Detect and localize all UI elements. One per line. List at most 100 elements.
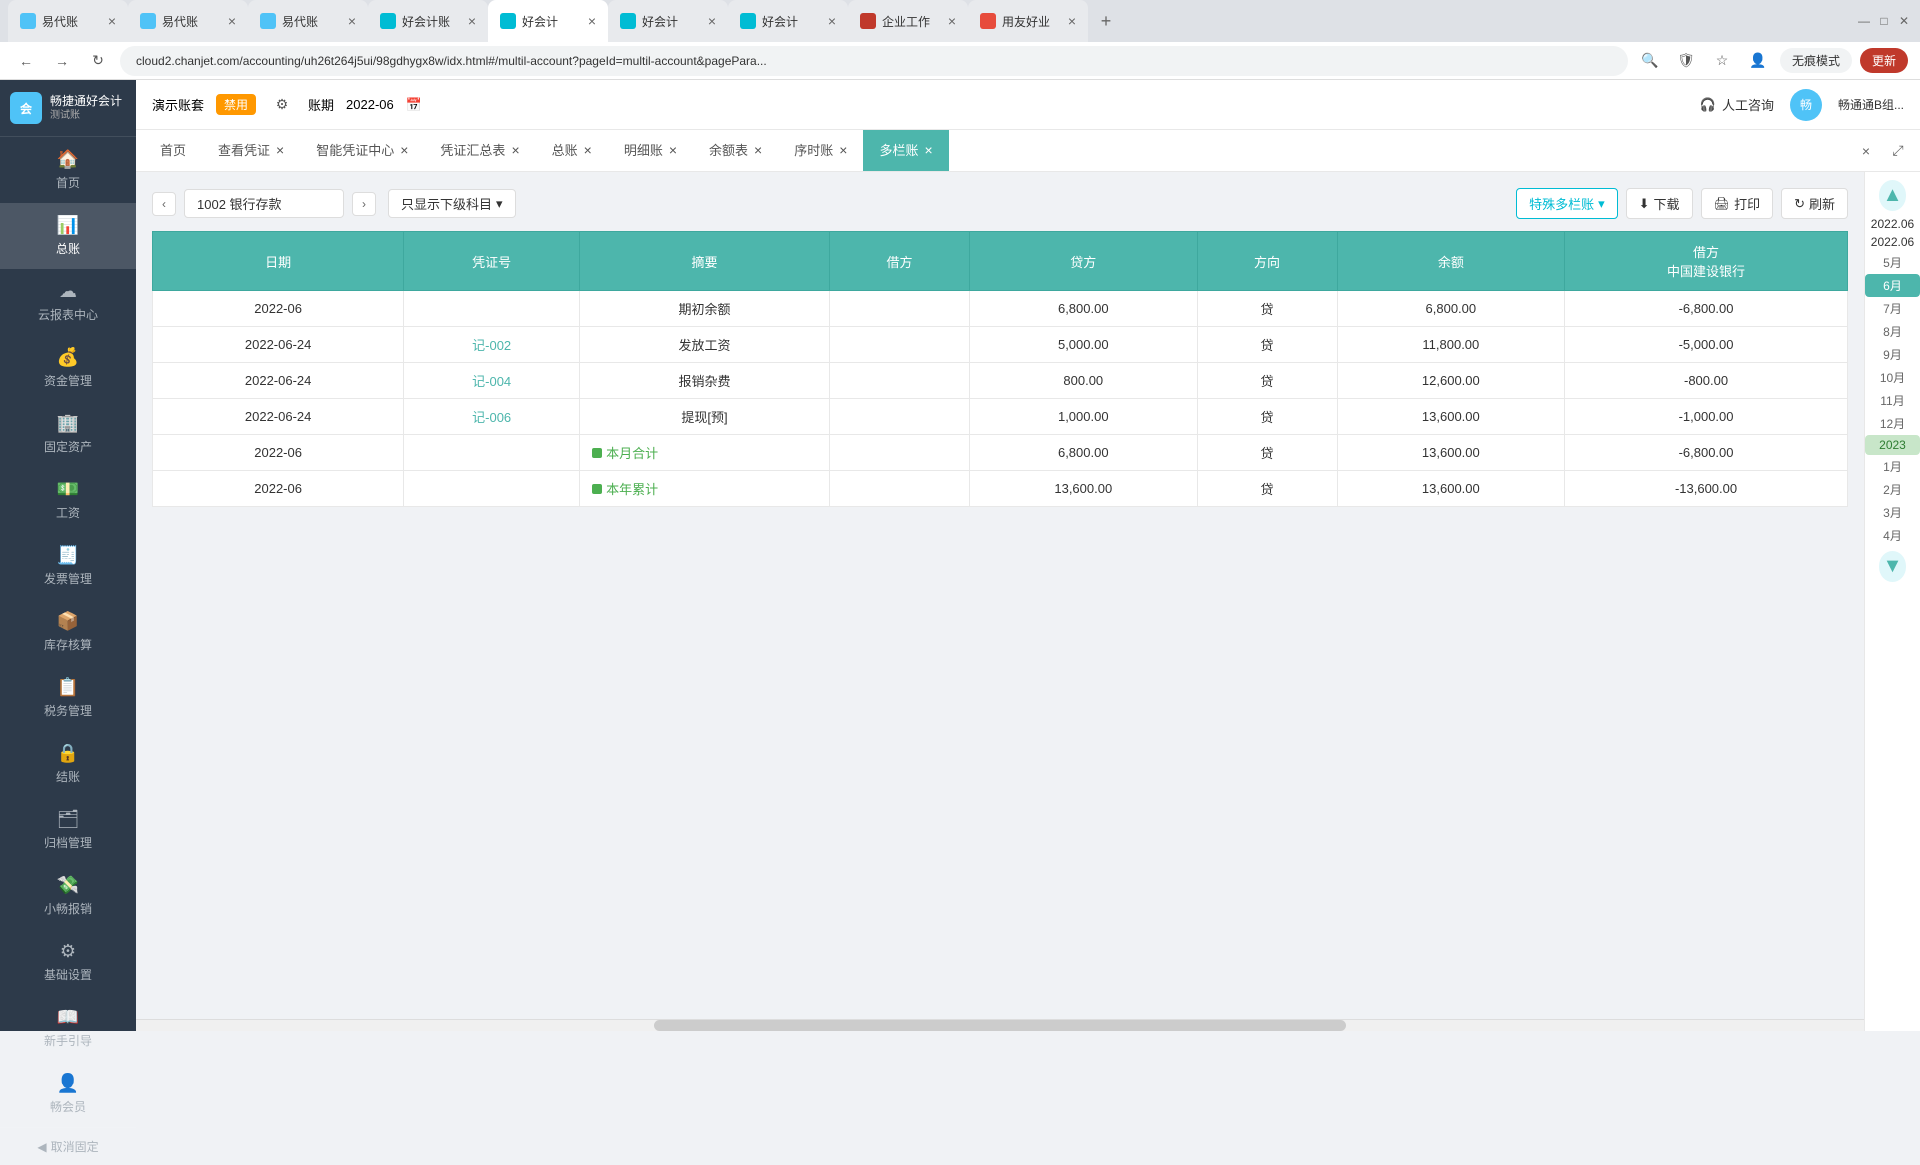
stealth-mode-button[interactable]: 无痕模式 <box>1780 48 1852 73</box>
new-tab-button[interactable]: + <box>1092 7 1120 35</box>
browser-tab-4[interactable]: 好会计账 × <box>368 0 488 42</box>
sidebar-item-expense[interactable]: 💸 小畅报销 <box>0 863 136 929</box>
tab-close-multi-column[interactable]: × <box>924 142 932 158</box>
sidebar-item-inventory[interactable]: 📦 库存核算 <box>0 599 136 665</box>
ai-consult-button[interactable]: 🎧 人工咨询 <box>1700 95 1774 114</box>
sidebar-item-invoice[interactable]: 🧾 发票管理 <box>0 533 136 599</box>
month-november[interactable]: 11月 <box>1865 389 1920 412</box>
tab-close-balance[interactable]: × <box>754 142 762 158</box>
tab-home[interactable]: 首页 <box>144 130 202 171</box>
month-july[interactable]: 7月 <box>1865 297 1920 320</box>
browser-tab-9[interactable]: 用友好业 × <box>968 0 1088 42</box>
sidebar-item-settings[interactable]: ⚙ 基础设置 <box>0 929 136 995</box>
tab-close-general-ledger[interactable]: × <box>584 142 592 158</box>
month-june[interactable]: 6月 <box>1865 274 1920 297</box>
sidebar-collapse-button[interactable]: ◀ 取消固定 <box>0 1127 136 1165</box>
search-icon[interactable]: 🔍 <box>1636 47 1664 75</box>
prev-account-button[interactable]: ‹ <box>152 192 176 216</box>
scroll-down-button[interactable]: ▼ <box>1879 551 1907 582</box>
browser-tab-2[interactable]: 易代账 × <box>128 0 248 42</box>
sidebar-item-member[interactable]: 👤 畅会员 <box>0 1061 136 1127</box>
tab-balance-table[interactable]: 余额表 × <box>693 130 778 171</box>
tab-close-voucher-summary[interactable]: × <box>511 142 519 158</box>
tab-close-smart-voucher[interactable]: × <box>400 142 408 158</box>
browser-tab-5[interactable]: 好会计 × <box>488 0 608 42</box>
tab-sequence-ledger[interactable]: 序时账 × <box>778 130 863 171</box>
user-name[interactable]: 畅通通B组... <box>1838 96 1904 113</box>
month-august[interactable]: 8月 <box>1865 320 1920 343</box>
tab-close-detail-ledger[interactable]: × <box>669 142 677 158</box>
account-code-display[interactable]: 1002 银行存款 <box>184 189 344 218</box>
browser-tab-1[interactable]: 易代账 × <box>8 0 128 42</box>
sidebar-item-guide[interactable]: 📖 新手引导 <box>0 995 136 1061</box>
month-mar-2023[interactable]: 3月 <box>1865 501 1920 524</box>
voucher-link-3[interactable]: 记-006 <box>472 410 511 425</box>
tab-close-4[interactable]: × <box>468 13 476 29</box>
tab-close-3[interactable]: × <box>348 13 356 29</box>
voucher-link-1[interactable]: 记-002 <box>472 338 511 353</box>
url-input[interactable]: cloud2.chanjet.com/accounting/uh26t264j5… <box>120 46 1628 76</box>
calendar-icon[interactable]: 📅 <box>406 97 422 113</box>
multi-column-button[interactable]: 特殊多栏账 ▾ <box>1516 188 1618 219</box>
user-avatar[interactable]: 畅 <box>1790 89 1822 121</box>
tab-close-9[interactable]: × <box>1068 13 1076 29</box>
sidebar-item-archive[interactable]: 🗂 归档管理 <box>0 797 136 863</box>
tab-close-8[interactable]: × <box>948 13 956 29</box>
browser-tab-7[interactable]: 好会计 × <box>728 0 848 42</box>
print-button[interactable]: 🖨 打印 <box>1701 188 1774 219</box>
update-button[interactable]: 更新 <box>1860 48 1908 73</box>
filter-sub-accounts-button[interactable]: 只显示下级科目 ▾ <box>388 189 516 218</box>
next-account-button[interactable]: › <box>352 192 376 216</box>
scrollbar-thumb[interactable] <box>654 1020 1345 1031</box>
browser-tab-8[interactable]: 企业工作 × <box>848 0 968 42</box>
collapse-tab-nav-button[interactable]: × <box>1852 137 1880 165</box>
tab-detail-ledger[interactable]: 明细账 × <box>608 130 693 171</box>
sidebar-item-salary[interactable]: 💵 工资 <box>0 467 136 533</box>
forward-button[interactable]: → <box>48 47 76 75</box>
tab-close-5[interactable]: × <box>588 13 596 29</box>
tab-close-2[interactable]: × <box>228 13 236 29</box>
profile-icon[interactable]: 👤 <box>1744 47 1772 75</box>
shield-icon[interactable]: 🛡 <box>1672 47 1700 75</box>
browser-tab-3[interactable]: 易代账 × <box>248 0 368 42</box>
sidebar-item-fund[interactable]: 💰 资金管理 <box>0 335 136 401</box>
month-may[interactable]: 5月 <box>1865 251 1920 274</box>
close-window-button[interactable]: ✕ <box>1896 13 1912 29</box>
month-apr-2023[interactable]: 4月 <box>1865 524 1920 547</box>
month-december[interactable]: 12月 <box>1865 412 1920 435</box>
account-settings-icon[interactable]: ⚙ <box>268 91 296 119</box>
star-icon[interactable]: ☆ <box>1708 47 1736 75</box>
tab-close-sequence[interactable]: × <box>839 142 847 158</box>
month-september[interactable]: 9月 <box>1865 343 1920 366</box>
sidebar-item-cloud-report[interactable]: ☁ 云报表中心 <box>0 269 136 335</box>
sidebar-item-closing[interactable]: 🔒 结账 <box>0 731 136 797</box>
tab-close-view-voucher[interactable]: × <box>276 142 284 158</box>
month-jan-2023[interactable]: 1月 <box>1865 455 1920 478</box>
voucher-link-2[interactable]: 记-004 <box>472 374 511 389</box>
scroll-up-button[interactable]: ▲ <box>1879 180 1907 211</box>
maximize-button[interactable]: □ <box>1876 13 1892 29</box>
tab-close-6[interactable]: × <box>708 13 716 29</box>
tab-general-ledger[interactable]: 总账 × <box>536 130 608 171</box>
tab-multi-column[interactable]: 多栏账 × <box>863 130 948 171</box>
refresh-button[interactable]: ↻ <box>84 47 112 75</box>
sidebar-item-tax[interactable]: 📋 税务管理 <box>0 665 136 731</box>
month-october[interactable]: 10月 <box>1865 366 1920 389</box>
refresh-button[interactable]: ↻ 刷新 <box>1781 188 1848 219</box>
horizontal-scrollbar[interactable] <box>136 1019 1864 1031</box>
demo-tag[interactable]: 禁用 <box>216 94 256 115</box>
month-feb-2023[interactable]: 2月 <box>1865 478 1920 501</box>
sidebar-item-ledger[interactable]: 📊 总账 <box>0 203 136 269</box>
tab-close-1[interactable]: × <box>108 13 116 29</box>
tab-voucher-summary[interactable]: 凭证汇总表 × <box>424 130 535 171</box>
tab-close-7[interactable]: × <box>828 13 836 29</box>
minimize-button[interactable]: — <box>1856 13 1872 29</box>
tab-smart-voucher[interactable]: 智能凭证中心 × <box>300 130 424 171</box>
sidebar-item-assets[interactable]: 🏢 固定资产 <box>0 401 136 467</box>
back-button[interactable]: ← <box>12 47 40 75</box>
sidebar-item-home[interactable]: 🏠 首页 <box>0 137 136 203</box>
expand-tab-nav-button[interactable]: ⤢ <box>1884 137 1912 165</box>
tab-view-voucher[interactable]: 查看凭证 × <box>202 130 300 171</box>
download-button[interactable]: ⬇ 下载 <box>1626 188 1693 219</box>
browser-tab-6[interactable]: 好会计 × <box>608 0 728 42</box>
